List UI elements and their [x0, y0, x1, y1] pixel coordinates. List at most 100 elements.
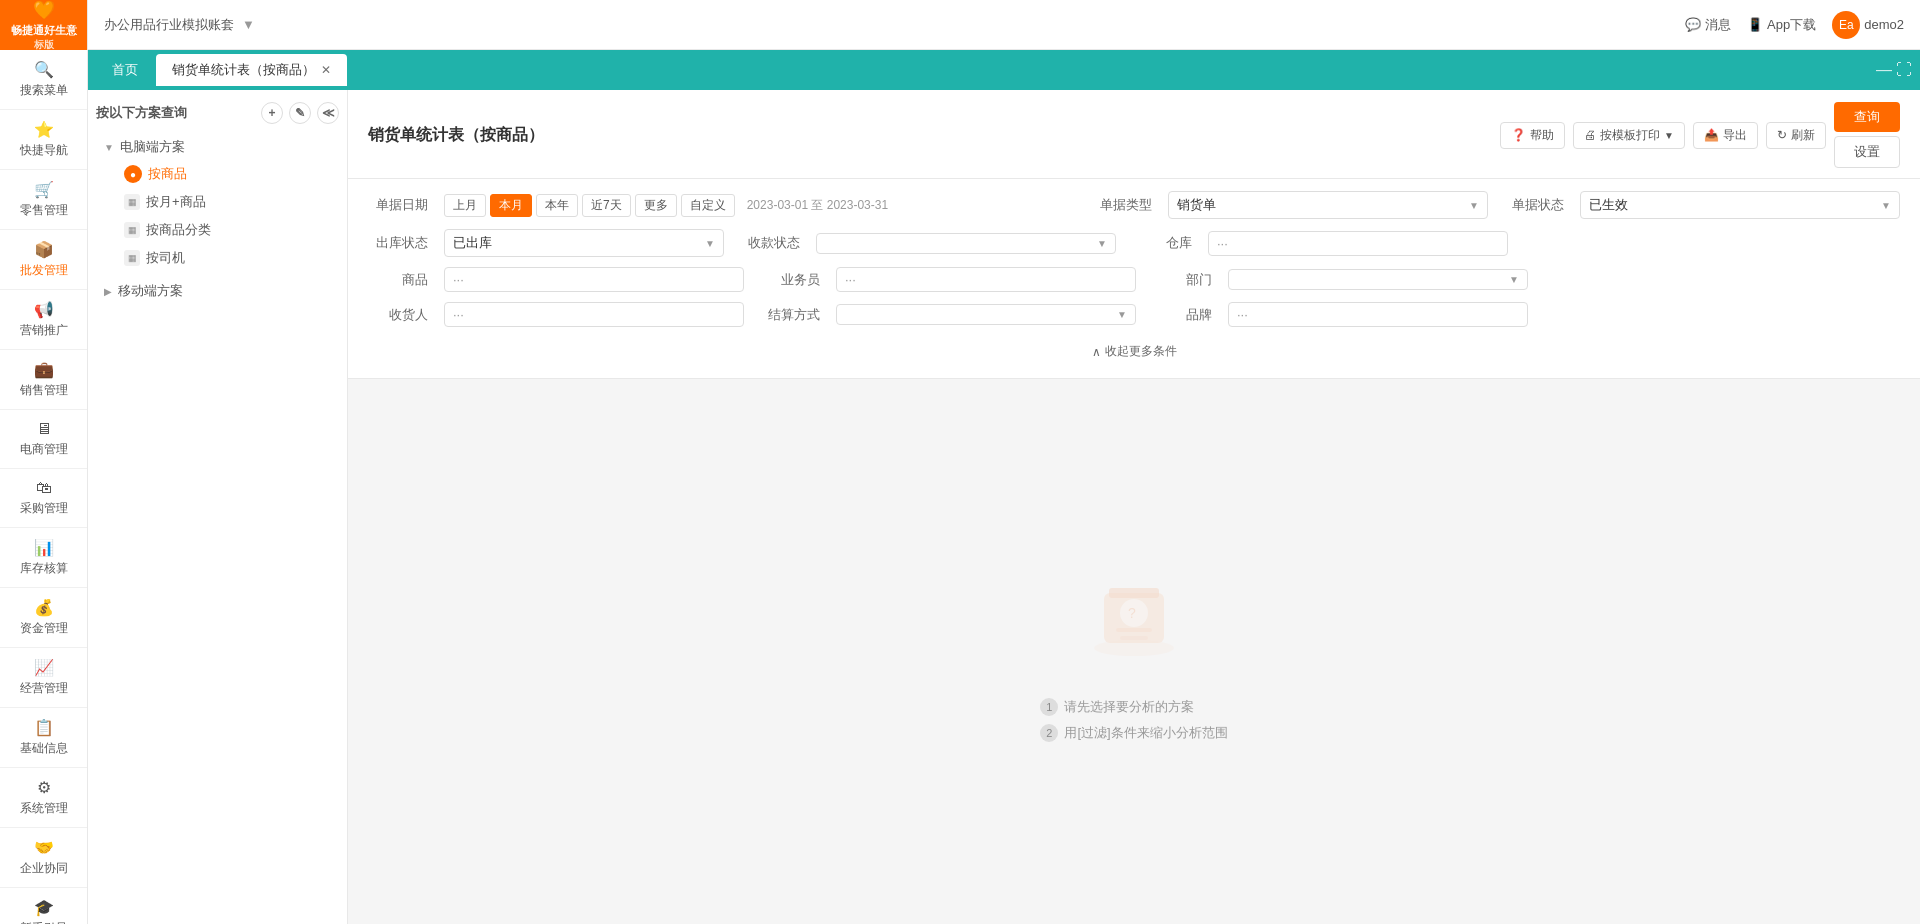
tab-close-icon[interactable]: ✕	[321, 63, 331, 77]
doc-status-value: 已生效	[1589, 196, 1628, 214]
empty-tips: 1 请先选择要分析的方案 2 用[过滤]条件来缩小分析范围	[1040, 698, 1227, 750]
content-area: 按以下方案查询 + ✎ ≪ ▼ 电脑端方案 ● 按商品 ▦ 按月+	[88, 90, 1920, 924]
message-btn[interactable]: 💬 消息	[1685, 16, 1731, 34]
collapse-panel-btn[interactable]: ≪	[317, 102, 339, 124]
message-label: 消息	[1705, 16, 1731, 34]
print-btn[interactable]: 🖨 按模板打印 ▼	[1573, 122, 1685, 149]
warehouse-status-select[interactable]: 已出库 ▼	[444, 229, 724, 257]
goods-select[interactable]: ···	[444, 267, 744, 292]
sidebar-item-retail[interactable]: 🛒零售管理	[0, 170, 87, 230]
date-btn-last-7days[interactable]: 近7天	[582, 194, 631, 217]
tab-maximize-btn[interactable]: ⛶	[1896, 61, 1912, 79]
sidebar-icon-operations: 📈	[4, 658, 83, 677]
sidebar-item-operations[interactable]: 📈经营管理	[0, 648, 87, 708]
doc-type-select[interactable]: 销货单 ▼	[1168, 191, 1488, 219]
sidebar-label-wholesale: 批发管理	[20, 263, 68, 277]
date-btn-last-month[interactable]: 上月	[444, 194, 486, 217]
user-profile[interactable]: Ea demo2	[1832, 11, 1904, 39]
sidebar-item-newbie[interactable]: 🎓新手引导	[0, 888, 87, 924]
settlement-label: 结算方式	[760, 306, 820, 324]
warehouse2-select[interactable]: ···	[1208, 231, 1508, 256]
settlement-select[interactable]: ▼	[836, 304, 1136, 325]
doc-type-label: 单据类型	[1092, 196, 1152, 214]
tree-sub-desktop: ● 按商品 ▦ 按月+商品 ▦ 按商品分类 ▦ 按司机	[96, 160, 339, 272]
sidebar-label-marketing: 营销推广	[20, 323, 68, 337]
scheme-by-goods[interactable]: ● 按商品	[116, 160, 339, 188]
sidebar-label-system: 系统管理	[20, 801, 68, 815]
scheme-by-cashier[interactable]: ▦ 按司机	[116, 244, 339, 272]
edit-scheme-btn[interactable]: ✎	[289, 102, 311, 124]
tree-desktop[interactable]: ▼ 电脑端方案	[96, 134, 339, 160]
sidebar-item-inventory[interactable]: 📊库存核算	[0, 528, 87, 588]
dept-arrow-icon: ▼	[1509, 274, 1519, 285]
sidebar-label-inventory: 库存核算	[20, 561, 68, 575]
refresh-btn[interactable]: ↻ 刷新	[1766, 122, 1826, 149]
tab-minimize-btn[interactable]: —	[1876, 61, 1892, 79]
sidebar-label-quick-nav: 快捷导航	[20, 143, 68, 157]
sidebar-label-purchase: 采购管理	[20, 501, 68, 515]
page-title: 销货单统计表（按商品）	[368, 125, 544, 146]
date-btn-this-month[interactable]: 本月	[490, 194, 532, 217]
sidebar-item-ecom[interactable]: 🖥电商管理	[0, 410, 87, 469]
sidebar-item-marketing[interactable]: 📢营销推广	[0, 290, 87, 350]
sidebar-icon-purchase: 🛍	[4, 479, 83, 497]
sidebar-icon-quick-nav: ⭐	[4, 120, 83, 139]
sidebar-item-purchase[interactable]: 🛍 采购管理	[0, 469, 87, 528]
topbar: 办公用品行业模拟账套 ▼ 💬 消息 📱 App下载 Ea demo2	[88, 0, 1920, 50]
scheme-by-month-goods[interactable]: ▦ 按月+商品	[116, 188, 339, 216]
export-btn[interactable]: 📤 导出	[1693, 122, 1758, 149]
warehouse2-label: 仓库	[1132, 234, 1192, 252]
tree-mobile[interactable]: ▶ 移动端方案	[96, 278, 339, 304]
sidebar-item-sales[interactable]: 💼销售管理	[0, 350, 87, 410]
tab-sales-stats[interactable]: 销货单统计表（按商品） ✕	[156, 54, 347, 86]
help-label: 帮助	[1530, 127, 1554, 144]
sidebar-icon-ecom: 🖥	[4, 420, 83, 438]
sidebar-item-basic[interactable]: 📋基础信息	[0, 708, 87, 768]
salesperson-label: 业务员	[760, 271, 820, 289]
sidebar-item-quick-nav[interactable]: ⭐ 快捷导航	[0, 110, 87, 170]
scheme-icon-by-category: ▦	[124, 222, 140, 238]
query-btn[interactable]: 查询	[1834, 102, 1900, 132]
settings-btn[interactable]: 设置	[1834, 136, 1900, 168]
right-panel: 销货单统计表（按商品） ❓ 帮助 🖨 按模板打印 ▼ 📤 导出	[348, 90, 1920, 924]
app-download-btn[interactable]: 📱 App下载	[1747, 16, 1816, 34]
scheme-label-by-cashier: 按司机	[146, 249, 185, 267]
sidebar-item-system[interactable]: ⚙ 系统管理	[0, 768, 87, 828]
export-icon: 📤	[1704, 128, 1719, 142]
sidebar-item-enterprise[interactable]: 🤝企业协同	[0, 828, 87, 888]
scheme-by-category[interactable]: ▦ 按商品分类	[116, 216, 339, 244]
warehouse2-placeholder: ···	[1217, 236, 1228, 251]
sidebar-item-finance[interactable]: 💰 资金管理	[0, 588, 87, 648]
payment-status-arrow-icon: ▼	[1097, 238, 1107, 249]
doc-status-select[interactable]: 已生效 ▼	[1580, 191, 1900, 219]
avatar-initial: Ea	[1839, 18, 1854, 32]
sidebar-icon-finance: 💰	[4, 598, 83, 617]
breadcrumb-dropdown-icon[interactable]: ▼	[242, 17, 255, 32]
date-btn-this-year[interactable]: 本年	[536, 194, 578, 217]
filter-area: 单据日期 上月 本月 本年 近7天 更多 自定义 2023-03-01 至 20…	[348, 179, 1920, 379]
sidebar-label-finance: 资金管理	[20, 621, 68, 635]
empty-tip-1: 1 请先选择要分析的方案	[1040, 698, 1227, 716]
sidebar-icon-newbie: 🎓	[4, 898, 83, 917]
date-btn-more[interactable]: 更多	[635, 194, 677, 217]
tab-home[interactable]: 首页	[96, 54, 154, 86]
payment-status-select[interactable]: ▼	[816, 233, 1116, 254]
receiver-select[interactable]: ···	[444, 302, 744, 327]
sidebar-item-search[interactable]: 🔍搜索菜单	[0, 50, 87, 110]
dept-select[interactable]: ▼	[1228, 269, 1528, 290]
brand-select[interactable]: ···	[1228, 302, 1528, 327]
salesperson-select[interactable]: ···	[836, 267, 1136, 292]
sidebar-icon-search: 🔍	[4, 60, 83, 79]
collapse-more-btn[interactable]: ∧ 收起更多条件	[368, 337, 1900, 366]
date-btn-custom[interactable]: 自定义	[681, 194, 735, 217]
sidebar-icon-enterprise: 🤝	[4, 838, 83, 857]
sidebar-label-sales: 销售管理	[20, 383, 68, 397]
panel-header-actions: + ✎ ≪	[261, 102, 339, 124]
help-btn[interactable]: ❓ 帮助	[1500, 122, 1565, 149]
sidebar-icon-basic: 📋	[4, 718, 83, 737]
sidebar-icon-system: ⚙	[4, 778, 83, 797]
query-actions: 查询 设置	[1834, 102, 1900, 168]
add-scheme-btn[interactable]: +	[261, 102, 283, 124]
date-filter-value: 上月 本月 本年 近7天 更多 自定义 2023-03-01 至 2023-03…	[444, 194, 1076, 217]
sidebar-item-wholesale[interactable]: 📦批发管理	[0, 230, 87, 290]
